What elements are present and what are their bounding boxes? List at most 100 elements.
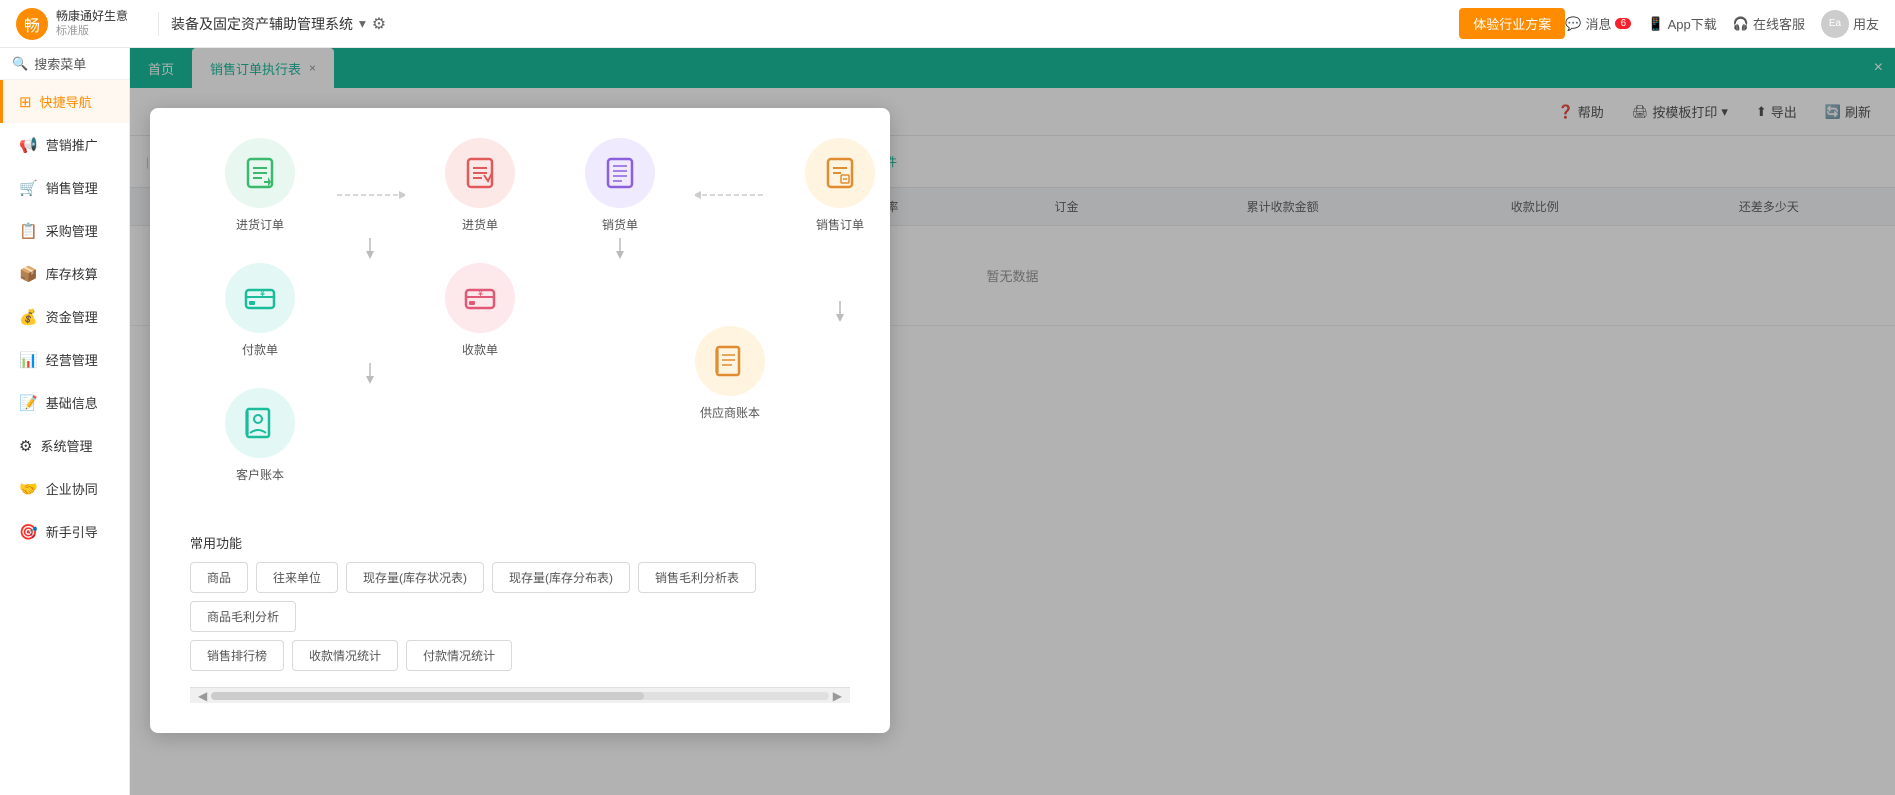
scroll-thumb[interactable] <box>211 692 643 700</box>
purchase-icon: 📋 <box>19 222 38 240</box>
system-icon: ⚙ <box>19 437 32 455</box>
divider <box>158 12 159 36</box>
scroll-left-btn[interactable]: ◀ <box>194 689 211 703</box>
sidebar-item-inventory[interactable]: 📦 库存核算 <box>0 252 129 295</box>
content-area: 首页 销售订单执行表 × × ❓ 帮助 🖨 按模板打印 ▾ <box>130 48 1895 795</box>
search-icon: 🔍 <box>12 56 28 72</box>
svg-text:¥: ¥ <box>259 288 266 298</box>
receipt-bill-icon: ¥ <box>445 263 515 333</box>
logo-version: 标准版 <box>56 24 128 38</box>
supplier-ledger-label: 供应商账本 <box>700 404 760 421</box>
flow-modal: 进货订单 进货单 <box>150 108 890 733</box>
system-title-text: 装备及固定资产辅助管理系统 <box>171 14 353 34</box>
func-btn-row-2: 销售排行榜 收款情况统计 付款情况统计 <box>190 640 850 671</box>
sidebar-item-finance[interactable]: 💰 资金管理 <box>0 295 129 338</box>
phone-icon: 📱 <box>1647 16 1663 32</box>
basic-info-icon: 📝 <box>19 394 38 412</box>
search-menu-btn[interactable]: 🔍 搜索菜单 <box>0 48 129 80</box>
func-btn-sales-rank[interactable]: 销售排行榜 <box>190 640 284 671</box>
payment-bill-node[interactable]: ¥ 付款单 <box>190 263 330 358</box>
avatar: Ea <box>1821 10 1849 38</box>
purchase-bill-icon <box>445 138 515 208</box>
sidebar-item-enterprise[interactable]: 🤝 企业协同 <box>0 467 129 510</box>
sidebar: 🔍 搜索菜单 ⊞ 快捷导航 📢 营销推广 🛒 销售管理 📋 采购管理 📦 <box>0 48 130 795</box>
purchase-order-node[interactable]: 进货订单 <box>190 138 330 233</box>
supplier-ledger-node[interactable]: 供应商账本 <box>660 326 800 421</box>
app-download-label: App下载 <box>1668 14 1717 33</box>
logo-area: 畅 畅康通好生意 标准版 <box>16 8 146 40</box>
headset-icon: 🎧 <box>1733 16 1749 32</box>
purchase-order-icon <box>225 138 295 208</box>
common-functions-title: 常用功能 <box>190 533 850 552</box>
flow-diagram: 进货订单 进货单 <box>190 138 850 513</box>
arrow-down-sales <box>613 233 627 263</box>
message-label: 消息 <box>1585 14 1611 33</box>
receipt-bill-node[interactable]: ¥ 收款单 <box>410 263 550 358</box>
message-btn[interactable]: 💬 消息 6 <box>1565 14 1631 33</box>
online-service-btn[interactable]: 🎧 在线客服 <box>1733 14 1805 33</box>
online-service-label: 在线客服 <box>1753 14 1805 33</box>
sidebar-item-purchase[interactable]: 📋 采购管理 <box>0 209 129 252</box>
app-download-btn[interactable]: 📱 App下载 <box>1647 14 1716 33</box>
arrow-down-receipt <box>363 358 377 388</box>
inventory-icon: 📦 <box>19 265 38 283</box>
func-btn-stock-status[interactable]: 现存量(库存状况表) <box>346 562 484 593</box>
sidebar-item-guide[interactable]: 🎯 新手引导 <box>0 510 129 553</box>
sales-icon: 🛒 <box>19 179 38 197</box>
sales-bill-icon <box>585 138 655 208</box>
arrow-down-purchase <box>363 233 377 263</box>
logo-icon: 畅 <box>16 8 48 40</box>
scroll-bar[interactable]: ◀ ▶ <box>190 687 850 703</box>
user-label: 用友 <box>1853 14 1879 33</box>
sidebar-item-label: 采购管理 <box>46 221 98 240</box>
customer-ledger-label: 客户账本 <box>236 466 284 483</box>
user-menu[interactable]: Ea 用友 <box>1821 10 1879 38</box>
func-btn-payment-stats[interactable]: 付款情况统计 <box>406 640 512 671</box>
marketing-icon: 📢 <box>19 136 38 154</box>
arrow-h-2 <box>690 169 770 203</box>
func-btn-product-margin[interactable]: 商品毛利分析 <box>190 601 296 632</box>
scroll-track[interactable] <box>211 692 829 700</box>
system-dropdown-btn[interactable]: ▾ <box>359 16 366 32</box>
purchase-bill-node[interactable]: 进货单 <box>410 138 550 233</box>
func-btn-counterpart[interactable]: 往来单位 <box>256 562 338 593</box>
purchase-order-label: 进货订单 <box>236 216 284 233</box>
arrow-down-payment <box>833 296 847 326</box>
sidebar-item-quick-nav[interactable]: ⊞ 快捷导航 <box>0 80 129 123</box>
customer-ledger-icon <box>225 388 295 458</box>
sales-bill-node[interactable]: 销货单 <box>550 138 690 233</box>
logo-text: 畅康通好生意 标准版 <box>56 9 128 39</box>
common-functions-section: 常用功能 商品 往来单位 现存量(库存状况表) 现存量(库存分布表) 销售毛利分… <box>190 533 850 671</box>
sidebar-item-label: 资金管理 <box>46 307 98 326</box>
sidebar-item-label: 企业协同 <box>46 479 98 498</box>
scroll-right-btn[interactable]: ▶ <box>829 689 846 703</box>
svg-text:¥: ¥ <box>477 288 484 298</box>
func-btn-row-1: 商品 往来单位 现存量(库存状况表) 现存量(库存分布表) 销售毛利分析表 商品… <box>190 562 850 632</box>
func-btn-sales-margin[interactable]: 销售毛利分析表 <box>638 562 756 593</box>
sidebar-item-label: 基础信息 <box>46 393 98 412</box>
func-btn-stock-dist[interactable]: 现存量(库存分布表) <box>492 562 630 593</box>
modal-overlay[interactable]: 进货订单 进货单 <box>130 48 1895 795</box>
guide-icon: 🎯 <box>19 523 38 541</box>
sidebar-item-label: 系统管理 <box>40 436 92 455</box>
sidebar-item-operations[interactable]: 📊 经营管理 <box>0 338 129 381</box>
supplier-ledger-icon <box>695 326 765 396</box>
func-btn-receipt-stats[interactable]: 收款情况统计 <box>292 640 398 671</box>
sidebar-item-marketing[interactable]: 📢 营销推广 <box>0 123 129 166</box>
settings-btn[interactable]: ⚙ <box>372 14 386 34</box>
sidebar-item-basic-info[interactable]: 📝 基础信息 <box>0 381 129 424</box>
customer-ledger-node[interactable]: 客户账本 <box>190 388 330 483</box>
sales-order-label: 销售订单 <box>816 216 864 233</box>
message-badge: 6 <box>1615 18 1631 29</box>
payment-bill-label: 付款单 <box>242 341 278 358</box>
search-menu-label: 搜索菜单 <box>34 54 86 73</box>
sales-order-node[interactable]: 销售订单 <box>770 138 910 233</box>
operations-icon: 📊 <box>19 351 38 369</box>
func-btn-product[interactable]: 商品 <box>190 562 248 593</box>
trial-btn[interactable]: 体验行业方案 <box>1459 8 1565 39</box>
message-icon: 💬 <box>1565 16 1581 32</box>
sidebar-item-label: 销售管理 <box>46 178 98 197</box>
sidebar-item-system[interactable]: ⚙ 系统管理 <box>0 424 129 467</box>
sidebar-item-sales[interactable]: 🛒 销售管理 <box>0 166 129 209</box>
sales-bill-label: 销货单 <box>602 216 638 233</box>
